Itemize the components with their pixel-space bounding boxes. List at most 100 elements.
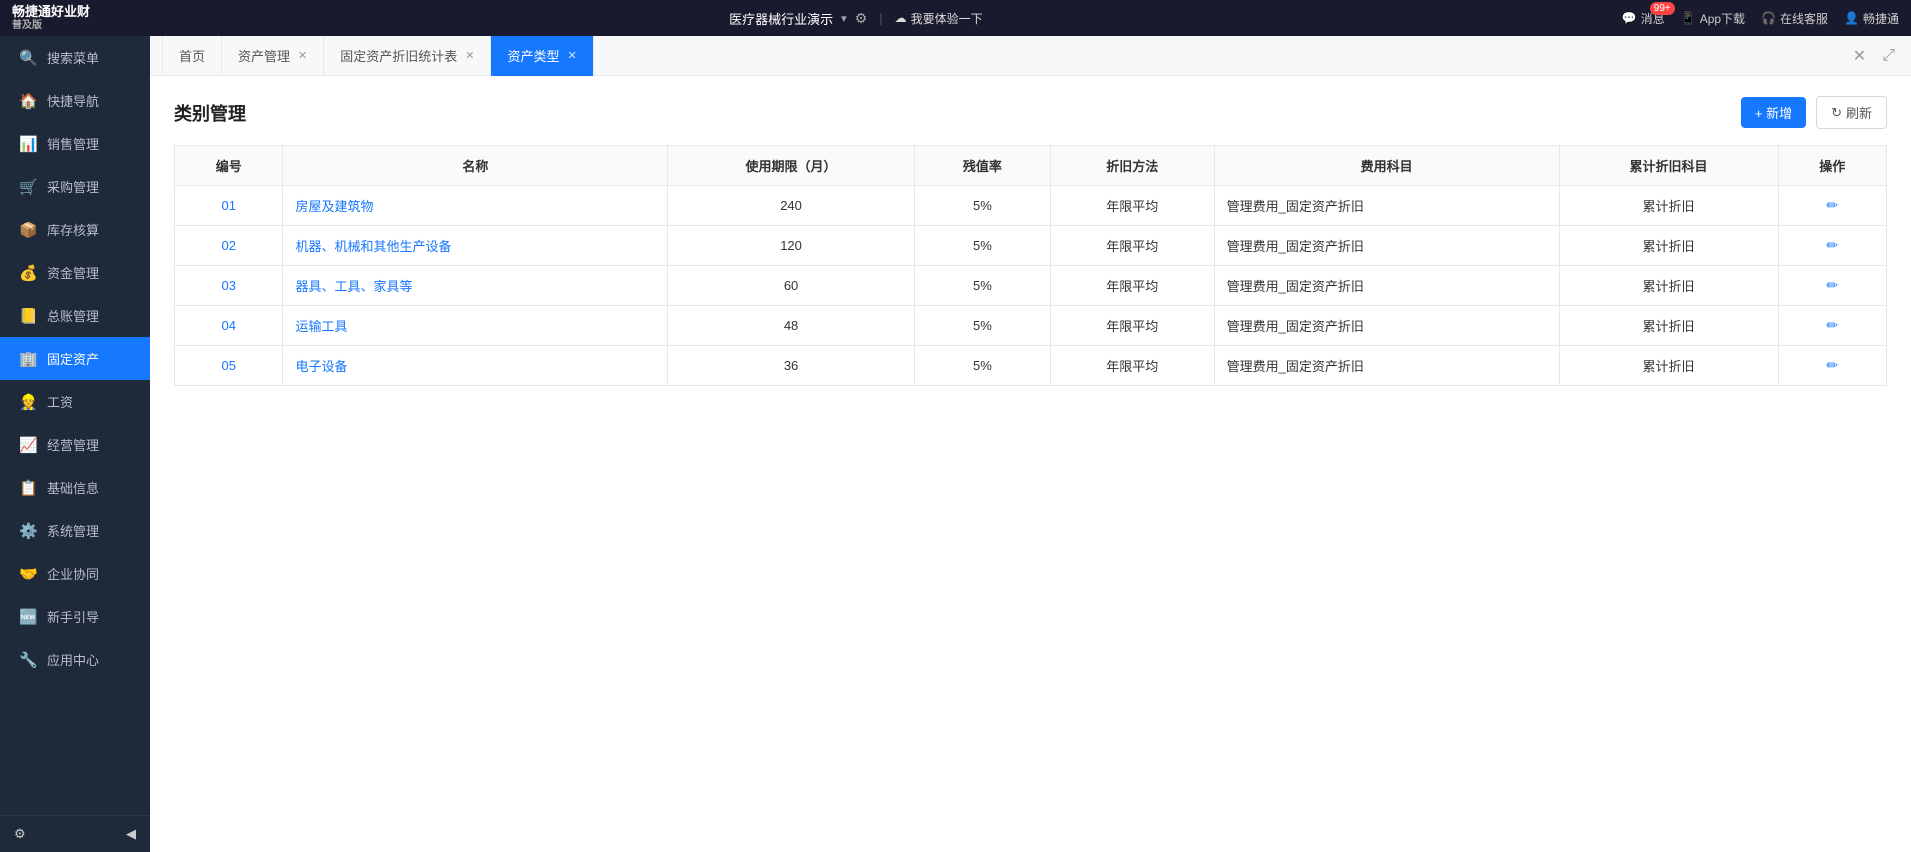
col-residual: 残值率 xyxy=(914,146,1050,186)
logo: 畅捷通好业财 普及版 xyxy=(12,4,90,32)
sidebar-label-operations: 经营管理 xyxy=(47,435,99,454)
guide-icon: 🆕 xyxy=(19,608,37,626)
tabs-bar-actions: ✕ ⤢ xyxy=(1849,42,1899,70)
tab-assettype[interactable]: 资产类型 ✕ xyxy=(491,36,593,76)
tab-home-label: 首页 xyxy=(179,46,205,65)
cell-residual: 5% xyxy=(914,266,1050,306)
cell-accumulated: 累计折旧 xyxy=(1559,306,1778,346)
page-content: 类别管理 + 新增 ↻ 刷新 编号 名称 使用期限（月） 残值率 xyxy=(150,76,1911,852)
edit-icon[interactable]: ✏ xyxy=(1826,357,1838,373)
sidebar-item-guide[interactable]: 🆕 新手引导 xyxy=(0,595,150,638)
cell-action[interactable]: ✏ xyxy=(1778,226,1886,266)
top-bar-left: 畅捷通好业财 普及版 xyxy=(12,4,90,32)
cell-action[interactable]: ✏ xyxy=(1778,306,1886,346)
app-label: App下载 xyxy=(1700,10,1745,27)
cell-expense: 管理费用_固定资产折旧 xyxy=(1214,346,1559,386)
chevron-down-icon[interactable]: ▾ xyxy=(841,12,847,25)
new-button[interactable]: + 新增 xyxy=(1741,97,1806,128)
cell-expense: 管理费用_固定资产折旧 xyxy=(1214,306,1559,346)
cell-code: 05 xyxy=(175,346,283,386)
tab-assettype-close[interactable]: ✕ xyxy=(568,49,577,62)
tab-assetmgmt-close[interactable]: ✕ xyxy=(298,49,307,62)
sidebar-item-ledger[interactable]: 📒 总账管理 xyxy=(0,294,150,337)
settings-icon[interactable]: ⚙ xyxy=(14,826,26,842)
sidebar-item-inventory[interactable]: 📦 库存核算 xyxy=(0,208,150,251)
edit-icon[interactable]: ✏ xyxy=(1826,237,1838,253)
sidebar-label-quicknav: 快捷导航 xyxy=(47,91,99,110)
page-actions: + 新增 ↻ 刷新 xyxy=(1741,96,1887,129)
user-action[interactable]: 👤 畅捷通 xyxy=(1844,10,1899,27)
cell-code: 03 xyxy=(175,266,283,306)
app-download-action[interactable]: 📱 App下载 xyxy=(1681,10,1745,27)
sidebar-item-capital[interactable]: 💰 资金管理 xyxy=(0,251,150,294)
col-method: 折旧方法 xyxy=(1050,146,1214,186)
sidebar-item-sales[interactable]: 📊 销售管理 xyxy=(0,122,150,165)
cell-action[interactable]: ✏ xyxy=(1778,266,1886,306)
sidebar-item-sysadmin[interactable]: ⚙️ 系统管理 xyxy=(0,509,150,552)
sidebar-label-fixedasset: 固定资产 xyxy=(47,349,99,368)
sidebar-label-purchase: 采购管理 xyxy=(47,177,99,196)
cell-residual: 5% xyxy=(914,346,1050,386)
sidebar-item-payroll[interactable]: 👷 工资 xyxy=(0,380,150,423)
sidebar-item-purchase[interactable]: 🛒 采购管理 xyxy=(0,165,150,208)
sidebar-label-sales: 销售管理 xyxy=(47,134,99,153)
sidebar-label-payroll: 工资 xyxy=(47,392,73,411)
refresh-icon: ↻ xyxy=(1831,105,1842,121)
sidebar-item-fixedasset[interactable]: 🏢 固定资产 xyxy=(0,337,150,380)
cell-code: 04 xyxy=(175,306,283,346)
service-icon: 🎧 xyxy=(1761,11,1776,25)
tab-assetmgmt[interactable]: 资产管理 ✕ xyxy=(222,36,324,76)
cell-residual: 5% xyxy=(914,226,1050,266)
cell-method: 年限平均 xyxy=(1050,226,1214,266)
edit-icon[interactable]: ✏ xyxy=(1826,317,1838,333)
col-expense: 费用科目 xyxy=(1214,146,1559,186)
close-window-icon[interactable]: ✕ xyxy=(1849,42,1870,70)
edit-icon[interactable]: ✏ xyxy=(1826,277,1838,293)
tab-depreciation-label: 固定资产折旧统计表 xyxy=(340,46,457,65)
tab-home[interactable]: 首页 xyxy=(162,36,222,76)
col-period: 使用期限（月） xyxy=(668,146,915,186)
top-bar-right: 💬 消息 99+ 📱 App下载 🎧 在线客服 👤 畅捷通 xyxy=(1622,10,1899,27)
gear-icon[interactable]: ⚙ xyxy=(855,10,868,27)
sidebar-label-capital: 资金管理 xyxy=(47,263,99,282)
sidebar-label-inventory: 库存核算 xyxy=(47,220,99,239)
cell-action[interactable]: ✏ xyxy=(1778,346,1886,386)
experience-label[interactable]: ☁ 我要体验一下 xyxy=(895,10,983,27)
content-area: 首页 资产管理 ✕ 固定资产折旧统计表 ✕ 资产类型 ✕ ✕ ⤢ 类别管理 xyxy=(150,36,1911,852)
baseinfo-icon: 📋 xyxy=(19,479,37,497)
sidebar-item-appcenter[interactable]: 🔧 应用中心 xyxy=(0,638,150,681)
main-layout: 🔍 搜索菜单 🏠 快捷导航 📊 销售管理 🛒 采购管理 📦 库存核算 💰 资金管… xyxy=(0,36,1911,852)
collapse-icon[interactable]: ◀ xyxy=(126,826,136,842)
message-icon: 💬 xyxy=(1622,11,1637,25)
top-bar-center: 医疗器械行业演示 ▾ ⚙ | ☁ 我要体验一下 xyxy=(729,9,983,28)
home-icon: 🏠 xyxy=(19,92,37,110)
company-name[interactable]: 医疗器械行业演示 xyxy=(729,9,833,28)
refresh-button[interactable]: ↻ 刷新 xyxy=(1816,96,1887,129)
sidebar-item-collab[interactable]: 🤝 企业协同 xyxy=(0,552,150,595)
search-icon: 🔍 xyxy=(19,49,37,67)
table-row: 02 机器、机械和其他生产设备 120 5% 年限平均 管理费用_固定资产折旧 … xyxy=(175,226,1887,266)
service-action[interactable]: 🎧 在线客服 xyxy=(1761,10,1828,27)
sidebar-item-search[interactable]: 🔍 搜索菜单 xyxy=(0,36,150,79)
message-action[interactable]: 💬 消息 99+ xyxy=(1622,10,1665,27)
top-bar: 畅捷通好业财 普及版 医疗器械行业演示 ▾ ⚙ | ☁ 我要体验一下 💬 消息 … xyxy=(0,0,1911,36)
sidebar-item-baseinfo[interactable]: 📋 基础信息 xyxy=(0,466,150,509)
sidebar-item-operations[interactable]: 📈 经营管理 xyxy=(0,423,150,466)
cell-residual: 5% xyxy=(914,306,1050,346)
tab-depreciation[interactable]: 固定资产折旧统计表 ✕ xyxy=(324,36,491,76)
cell-method: 年限平均 xyxy=(1050,266,1214,306)
cell-expense: 管理费用_固定资产折旧 xyxy=(1214,266,1559,306)
sidebar-item-quicknav[interactable]: 🏠 快捷导航 xyxy=(0,79,150,122)
purchase-icon: 🛒 xyxy=(19,178,37,196)
col-name: 名称 xyxy=(283,146,668,186)
sales-icon: 📊 xyxy=(19,135,37,153)
expand-icon[interactable]: ⤢ xyxy=(1878,43,1899,69)
col-code: 编号 xyxy=(175,146,283,186)
edit-icon[interactable]: ✏ xyxy=(1826,197,1838,213)
cell-action[interactable]: ✏ xyxy=(1778,186,1886,226)
cell-period: 60 xyxy=(668,266,915,306)
cell-period: 36 xyxy=(668,346,915,386)
payroll-icon: 👷 xyxy=(19,393,37,411)
appcenter-icon: 🔧 xyxy=(19,651,37,669)
tab-depreciation-close[interactable]: ✕ xyxy=(465,49,474,62)
